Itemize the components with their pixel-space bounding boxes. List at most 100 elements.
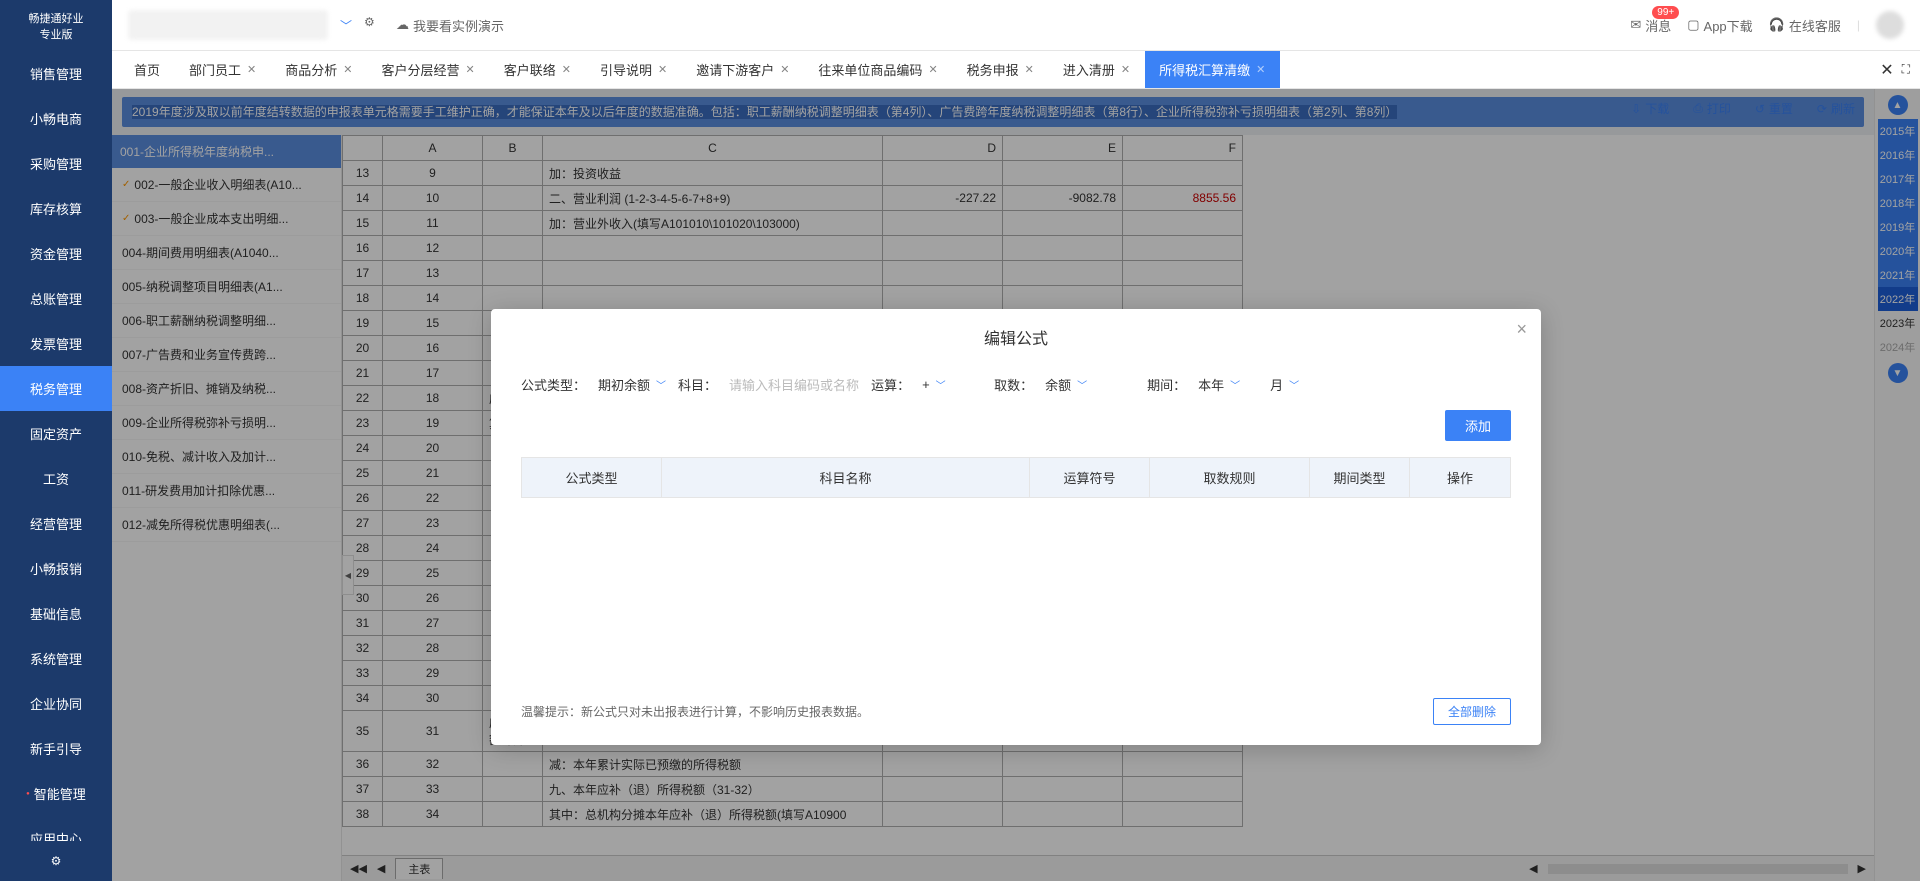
sidebar-item-8[interactable]: 固定资产: [0, 411, 112, 456]
close-icon[interactable]: ×: [1516, 319, 1527, 340]
support-label: 在线客服: [1789, 16, 1841, 35]
close-icon[interactable]: ✕: [343, 63, 352, 76]
fullscreen-icon[interactable]: ⛶: [1902, 62, 1910, 77]
sidebar-item-1[interactable]: 小畅电商: [0, 96, 112, 141]
tab-label: 商品分析: [285, 60, 337, 79]
download-label: App下载: [1704, 16, 1753, 35]
tab-bar: 首页部门员工✕商品分析✕客户分层经营✕客户联络✕引导说明✕邀请下游客户✕往来单位…: [112, 51, 1920, 89]
close-icon[interactable]: ✕: [562, 63, 571, 76]
tab-9[interactable]: 进入清册 ✕: [1049, 51, 1145, 88]
tab-10[interactable]: 所得税汇算清缴 ✕: [1145, 51, 1280, 88]
tab-label: 客户分层经营: [381, 60, 459, 79]
close-icon[interactable]: ✕: [1121, 63, 1130, 76]
gear-icon[interactable]: ⚙: [364, 15, 384, 35]
tab-label: 首页: [134, 60, 160, 79]
close-icon[interactable]: ✕: [1256, 63, 1265, 76]
sidebar-item-11[interactable]: 小畅报销: [0, 546, 112, 591]
formula-type-select[interactable]: 期初余额﹀: [598, 375, 666, 394]
modal-title: 编辑公式: [984, 331, 1048, 348]
app-download-button[interactable]: ▢ App下载: [1687, 16, 1752, 35]
tab-label: 邀请下游客户: [696, 60, 774, 79]
sidebar-item-12[interactable]: 基础信息: [0, 591, 112, 636]
edit-formula-modal: 编辑公式 × 公式类型： 期初余额﹀ 科目： 请输入科目编码或名称 运算：: [491, 309, 1541, 745]
tab-8[interactable]: 税务申报 ✕: [953, 51, 1049, 88]
tab-3[interactable]: 客户分层经营 ✕: [367, 51, 489, 88]
tab-6[interactable]: 邀请下游客户 ✕: [682, 51, 804, 88]
tab-label: 往来单位商品编码: [818, 60, 922, 79]
add-button[interactable]: 添加: [1445, 410, 1511, 441]
close-icon[interactable]: ✕: [1025, 63, 1034, 76]
sidebar-item-17[interactable]: 应用中心: [0, 816, 112, 841]
sidebar-item-14[interactable]: 企业协同: [0, 681, 112, 726]
tab-4[interactable]: 客户联络 ✕: [490, 51, 586, 88]
th-rule: 取数规则: [1150, 458, 1310, 497]
tab-label: 税务申报: [967, 60, 1019, 79]
company-selector[interactable]: [128, 10, 328, 40]
th-subject: 科目名称: [662, 458, 1030, 497]
sidebar-item-5[interactable]: 总账管理: [0, 276, 112, 321]
tab-label: 部门员工: [189, 60, 241, 79]
th-period: 期间类型: [1310, 458, 1410, 497]
logo-edition: 专业版: [40, 26, 73, 42]
tab-label: 引导说明: [600, 60, 652, 79]
tab-label: 所得税汇算清缴: [1159, 60, 1250, 79]
th-operator: 运算符号: [1030, 458, 1150, 497]
subject-label: 科目：: [678, 375, 717, 394]
sidebar-item-2[interactable]: 采购管理: [0, 141, 112, 186]
headset-icon: 🎧: [1769, 17, 1785, 33]
formula-table-header: 公式类型 科目名称 运算符号 取数规则 期间类型 操作: [521, 457, 1511, 498]
period-month-select[interactable]: 月﹀: [1270, 375, 1330, 394]
sidebar: 畅捷通好业 专业版 销售管理小畅电商采购管理库存核算资金管理总账管理发票管理税务…: [0, 0, 112, 881]
sidebar-item-4[interactable]: 资金管理: [0, 231, 112, 276]
demo-link[interactable]: ☁ 我要看实例演示: [396, 16, 504, 35]
close-icon[interactable]: ✕: [466, 63, 475, 76]
tab-label: 客户联络: [504, 60, 556, 79]
mobile-icon: ▢: [1687, 17, 1699, 33]
tab-7[interactable]: 往来单位商品编码 ✕: [804, 51, 952, 88]
tab-0[interactable]: 首页: [120, 51, 175, 88]
topbar: ﹀ ⚙ ☁ 我要看实例演示 ✉ 消息 99+ ▢ App下载 🎧 在: [112, 0, 1920, 51]
operation-label: 运算：: [871, 375, 910, 394]
tab-1[interactable]: 部门员工 ✕: [175, 51, 271, 88]
sidebar-item-0[interactable]: 销售管理: [0, 51, 112, 96]
tab-2[interactable]: 商品分析 ✕: [271, 51, 367, 88]
sidebar-item-16[interactable]: 智能管理: [0, 771, 112, 816]
subject-input[interactable]: 请输入科目编码或名称: [729, 375, 859, 394]
close-icon[interactable]: ✕: [780, 63, 789, 76]
sidebar-item-13[interactable]: 系统管理: [0, 636, 112, 681]
message-icon: ✉: [1630, 17, 1641, 33]
fetch-select[interactable]: 余额﹀: [1045, 375, 1135, 394]
sidebar-item-3[interactable]: 库存核算: [0, 186, 112, 231]
sidebar-item-9[interactable]: 工资: [0, 456, 112, 501]
tab-5[interactable]: 引导说明 ✕: [586, 51, 682, 88]
sidebar-item-10[interactable]: 经营管理: [0, 501, 112, 546]
sidebar-item-6[interactable]: 发票管理: [0, 321, 112, 366]
chevron-down-icon[interactable]: ﹀: [340, 17, 352, 34]
tab-label: 进入清册: [1063, 60, 1115, 79]
logo-text: 畅捷通好业: [29, 10, 84, 26]
chat-icon: ☁: [396, 17, 409, 33]
formula-type-label: 公式类型：: [521, 375, 586, 394]
close-icon[interactable]: ✕: [928, 63, 937, 76]
settings-icon[interactable]: ⚙: [0, 841, 112, 881]
th-action: 操作: [1410, 458, 1510, 497]
period-label: 期间：: [1147, 375, 1186, 394]
modal-hint: 温馨提示：新公式只对未出报表进行计算，不影响历史报表数据。: [521, 703, 869, 720]
close-icon[interactable]: ✕: [658, 63, 667, 76]
period-year-select[interactable]: 本年﹀: [1198, 375, 1258, 394]
close-all-icon[interactable]: ✕: [1880, 60, 1893, 80]
logo: 畅捷通好业 专业版: [0, 0, 112, 51]
th-type: 公式类型: [522, 458, 662, 497]
demo-label: 我要看实例演示: [413, 16, 504, 35]
sidebar-item-15[interactable]: 新手引导: [0, 726, 112, 771]
messages-badge: 99+: [1652, 6, 1679, 19]
avatar[interactable]: [1876, 11, 1904, 39]
close-icon[interactable]: ✕: [247, 63, 256, 76]
fetch-label: 取数：: [994, 375, 1033, 394]
messages-button[interactable]: ✉ 消息 99+: [1630, 16, 1671, 35]
sidebar-item-7[interactable]: 税务管理: [0, 366, 112, 411]
operation-select[interactable]: +﹀: [922, 377, 982, 392]
support-button[interactable]: 🎧 在线客服: [1769, 16, 1841, 35]
modal-mask: 编辑公式 × 公式类型： 期初余额﹀ 科目： 请输入科目编码或名称 运算：: [112, 89, 1920, 881]
delete-all-button[interactable]: 全部删除: [1433, 698, 1511, 725]
